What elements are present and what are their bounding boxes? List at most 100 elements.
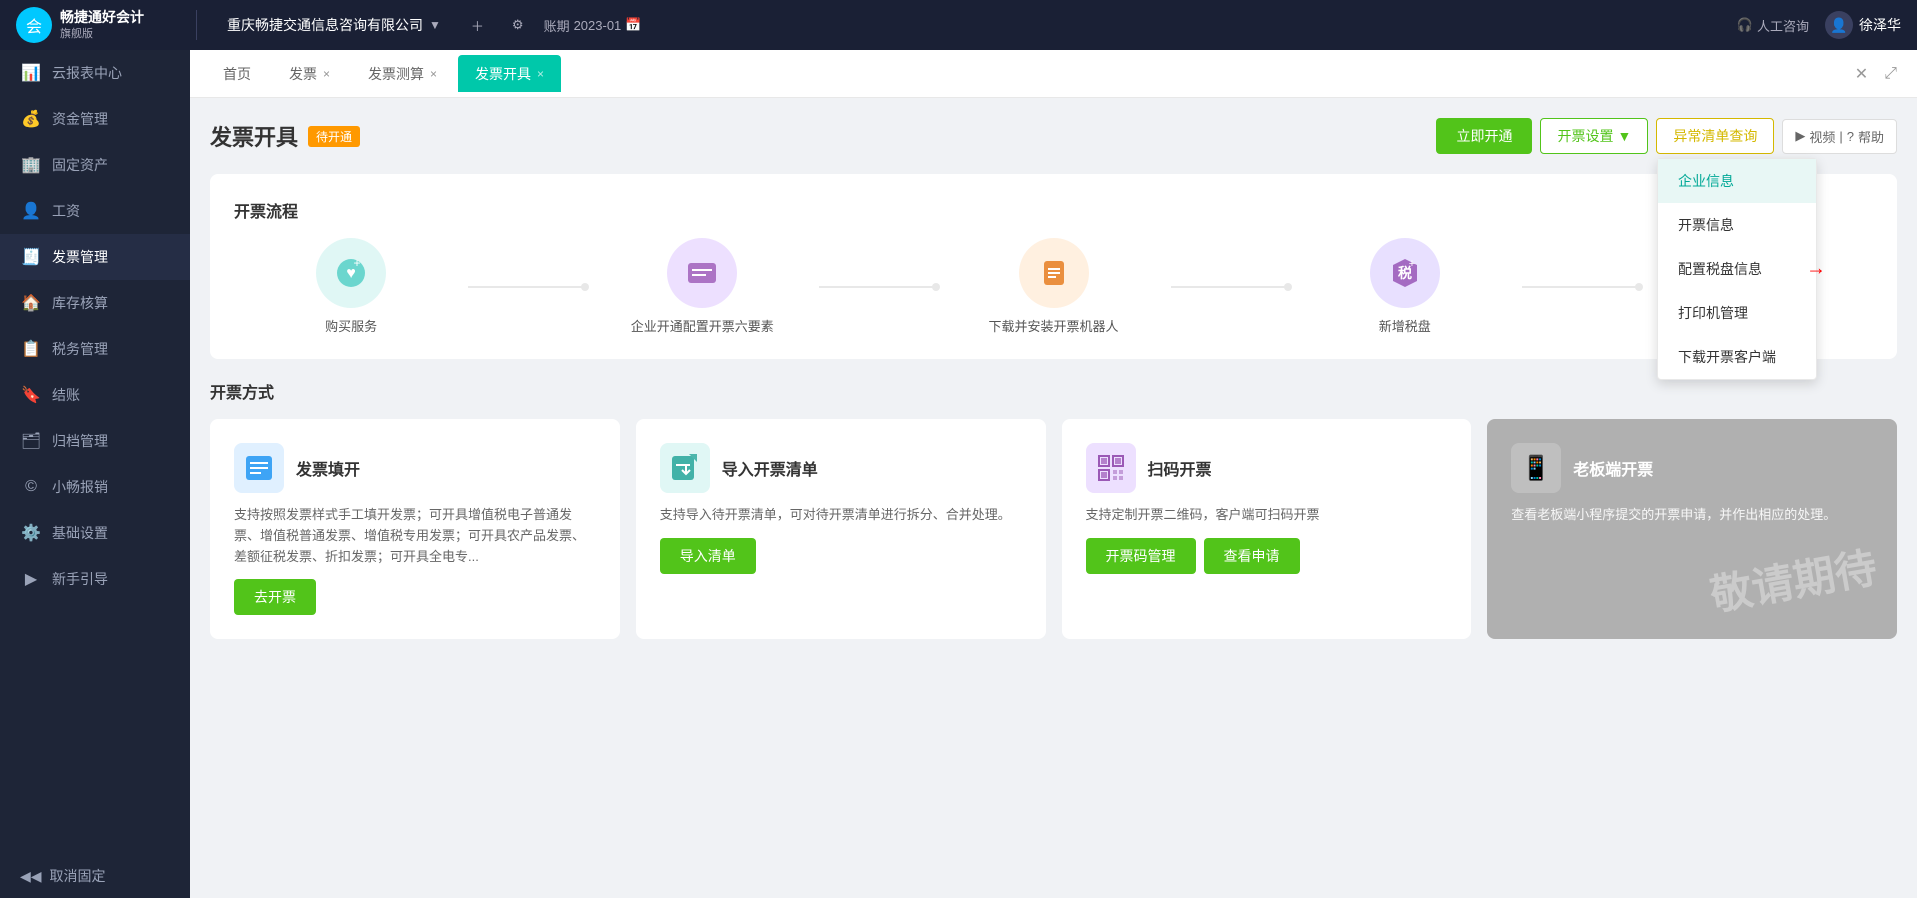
cancel-label: 取消固定 — [50, 866, 106, 886]
dropdown-item-download-client[interactable]: 下载开票客户端 — [1658, 335, 1816, 379]
add-company-btn[interactable]: ＋ — [463, 10, 492, 41]
methods-grid: 发票填开 支持按照发票样式手工填开发票；可开具增值税电子普通发票、增值税普通发票… — [210, 419, 1897, 639]
scan-icon — [1086, 443, 1136, 493]
workflow-step-4: 税+ 新增税盘 — [1288, 238, 1522, 335]
tab-close-icon[interactable]: × — [430, 67, 437, 81]
sidebar-item-fund[interactable]: 💰 资金管理 — [0, 96, 190, 142]
headset-icon: 🎧 — [1737, 17, 1753, 33]
chevron-down-icon: ▼ — [429, 18, 441, 32]
svg-text:+: + — [354, 256, 361, 270]
methods-title: 开票方式 — [210, 379, 1897, 403]
close-icon[interactable]: ✕ — [1851, 60, 1872, 88]
fullscreen-icon[interactable]: ⤢ — [1880, 61, 1901, 87]
dropdown-item-printer[interactable]: 打印机管理 — [1658, 291, 1816, 335]
settings-btn[interactable]: 开票设置 ▼ — [1540, 118, 1648, 154]
tab-invoice-issue[interactable]: 发票开具 × — [458, 55, 561, 92]
play-icon: ▶ — [1795, 128, 1805, 144]
dropdown-item-company[interactable]: 企业信息 → — [1658, 159, 1816, 203]
sidebar-item-fixed-assets[interactable]: 🏢 固定资产 — [0, 142, 190, 188]
tab-close-icon[interactable]: × — [323, 67, 330, 81]
workflow-step-2: 企业开通配置开票六要素 — [585, 238, 819, 335]
scan-btn1[interactable]: 开票码管理 — [1086, 538, 1196, 574]
tab-bar: 首页 发票 × 发票测算 × 发票开具 × ✕ ⤢ — [190, 50, 1917, 98]
video-btn[interactable]: ▶ 视频 | ? 帮助 — [1782, 119, 1897, 154]
connector-3 — [1171, 286, 1288, 288]
sidebar-item-payroll[interactable]: 👤 工资 — [0, 188, 190, 234]
step-1-label: 购买服务 — [325, 316, 377, 335]
import-btn[interactable]: 导入清单 — [660, 538, 756, 574]
account-icon: 🔖 — [20, 384, 42, 406]
tab-bar-right: ✕ ⤢ — [1851, 60, 1901, 88]
workflow-step-3: 下载并安装开票机器人 — [936, 238, 1170, 335]
workflow-section: 开票流程 ♥+ 购买服务 — [210, 174, 1897, 359]
method-header: 发票填开 — [234, 443, 596, 493]
tab-close-icon[interactable]: × — [537, 67, 544, 81]
activate-btn[interactable]: 立即开通 — [1436, 118, 1532, 154]
workflow-step-1: ♥+ 购买服务 — [234, 238, 468, 335]
step-2-icon — [667, 238, 737, 308]
page-actions: 立即开通 开票设置 ▼ 异常清单查询 ▶ 视频 | ? 帮助 — [1436, 118, 1897, 154]
account-period: 账期 2023-01 📅 — [544, 16, 642, 35]
abnormal-btn[interactable]: 异常清单查询 — [1656, 118, 1774, 154]
page-content: 发票开具 待开通 立即开通 开票设置 ▼ 异常清单查询 ▶ 视频 — [190, 98, 1917, 898]
dropdown-menu: 企业信息 → 开票信息 配置税盘信息 打印机管理 — [1657, 158, 1817, 380]
fill-icon — [234, 443, 284, 493]
divider — [196, 10, 197, 40]
workflow-steps: ♥+ 购买服务 企业开通配置开票六要素 — [234, 238, 1873, 335]
sidebar-label: 小畅报销 — [52, 477, 108, 497]
svg-text:+: + — [1409, 258, 1415, 270]
import-title: 导入开票清单 — [722, 456, 818, 480]
logo-area: 会 畅捷通好会计 旗舰版 — [16, 7, 176, 43]
user-area[interactable]: 👤 徐泽华 — [1825, 11, 1901, 39]
step-4-label: 新增税盘 — [1379, 316, 1431, 335]
sidebar-item-inventory[interactable]: 🏠 库存核算 — [0, 280, 190, 326]
method-card-fill: 发票填开 支持按照发票样式手工填开发票；可开具增值税电子普通发票、增值税普通发票… — [210, 419, 620, 639]
content-area: 首页 发票 × 发票测算 × 发票开具 × ✕ ⤢ — [190, 50, 1917, 898]
methods-section-wrapper: 开票方式 发票填开 支持按照发票样式手工填开发票；可开具增值税电子普通发票、增值… — [210, 379, 1897, 639]
settings-icon[interactable]: ⚙ — [504, 11, 532, 39]
support-btn[interactable]: 🎧 人工咨询 — [1737, 16, 1809, 35]
fixed-assets-icon: 🏢 — [20, 154, 42, 176]
sidebar-item-archive[interactable]: 🗂 归档管理 — [0, 418, 190, 464]
logo-icon: 会 — [16, 7, 52, 43]
calendar-icon[interactable]: 📅 — [625, 17, 641, 33]
sidebar-item-account[interactable]: 🔖 结账 — [0, 372, 190, 418]
tab-label: 发票开具 — [475, 64, 531, 84]
cancel-pin-btn[interactable]: ◀◀ 取消固定 — [0, 854, 190, 898]
tab-invoice[interactable]: 发票 × — [272, 55, 347, 92]
sidebar-item-report[interactable]: © 小畅报销 — [0, 464, 190, 510]
fill-btn[interactable]: 去开票 — [234, 579, 316, 615]
method-header: 📱 老板端开票 — [1511, 443, 1873, 493]
settings-label: 开票设置 — [1557, 126, 1613, 146]
red-arrow-icon: → — [1806, 258, 1826, 281]
archive-icon: 🗂 — [20, 430, 42, 452]
tab-invoice-calc[interactable]: 发票测算 × — [351, 55, 454, 92]
sidebar-item-tax[interactable]: 📋 税务管理 — [0, 326, 190, 372]
tab-home[interactable]: 首页 — [206, 55, 268, 92]
connector-2 — [819, 286, 936, 288]
scan-title: 扫码开票 — [1148, 456, 1212, 480]
dropdown-arrow-icon: ▼ — [1617, 128, 1631, 144]
step-3-icon — [1019, 238, 1089, 308]
dropdown-item-tax-config[interactable]: 配置税盘信息 — [1658, 247, 1816, 291]
sidebar-item-guide[interactable]: ▶ 新手引导 — [0, 556, 190, 602]
payroll-icon: 👤 — [20, 200, 42, 222]
method-card-scan: 扫码开票 支持定制开票二维码，客户端可扫码开票 开票码管理 查看申请 — [1062, 419, 1472, 639]
sidebar-label: 归档管理 — [52, 431, 108, 451]
company-selector[interactable]: 重庆畅捷交通信息咨询有限公司 ▼ — [217, 9, 451, 41]
tab-label: 发票 — [289, 64, 317, 84]
tab-label: 首页 — [223, 64, 251, 84]
pin-icon: ◀◀ — [20, 868, 42, 885]
scan-btn2[interactable]: 查看申请 — [1204, 538, 1300, 574]
tab-label: 发票测算 — [368, 64, 424, 84]
sidebar-item-settings[interactable]: ⚙️ 基础设置 — [0, 510, 190, 556]
dropdown-item-invoice-info[interactable]: 开票信息 — [1658, 203, 1816, 247]
page-title: 发票开具 — [210, 120, 298, 152]
boss-icon: 📱 — [1511, 443, 1561, 493]
sidebar-label: 云报表中心 — [52, 63, 122, 83]
watermark: 敬请期待 — [1705, 534, 1881, 623]
import-desc: 支持导入待开票清单，可对待开票清单进行拆分、合并处理。 — [660, 505, 1022, 526]
sidebar-item-invoice[interactable]: 🧾 发票管理 — [0, 234, 190, 280]
sidebar-item-cloud-report[interactable]: 📊 云报表中心 — [0, 50, 190, 96]
sidebar-label: 结账 — [52, 385, 80, 405]
